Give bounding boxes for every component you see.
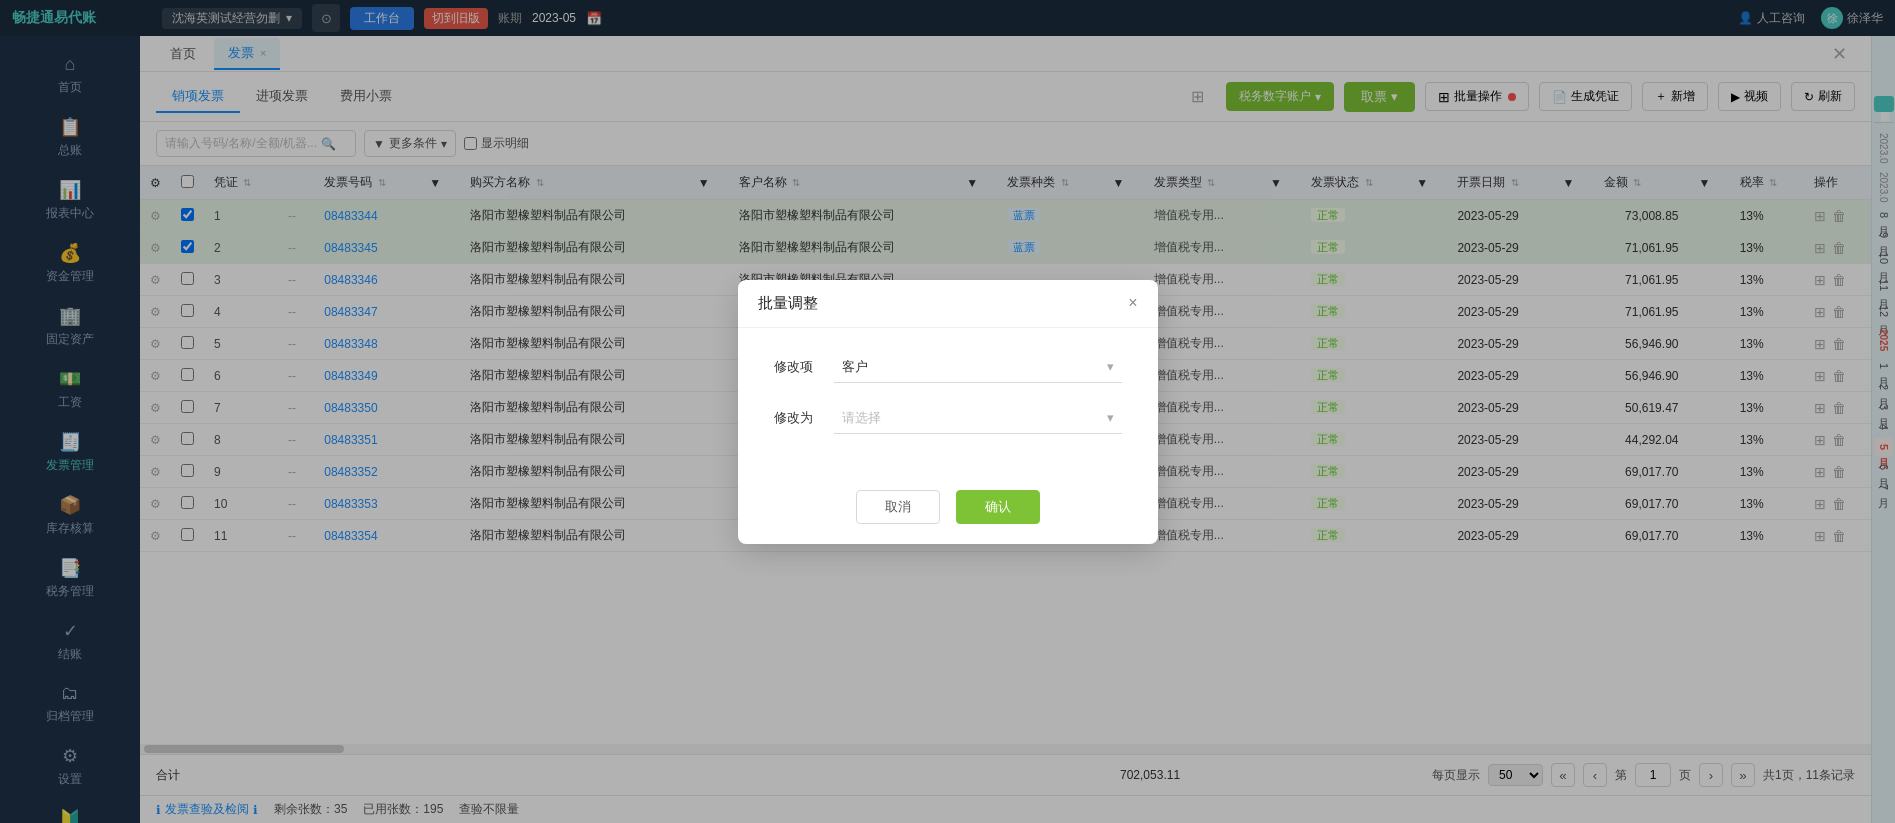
modify-to-select[interactable]: 请选择 ▾	[834, 403, 1122, 434]
dialog-body: 修改项 客户 ▾ 修改为 请选择 ▾	[738, 328, 1158, 478]
modify-to-label: 修改为	[774, 409, 822, 427]
dialog-confirm-btn[interactable]: 确认	[956, 490, 1040, 524]
dialog-title: 批量调整	[758, 294, 818, 313]
dialog-overlay: 批量调整 × 修改项 客户 ▾ 修改为 请选择 ▾ 取消 确认	[0, 0, 1895, 823]
select-arrow-icon2: ▾	[1107, 410, 1114, 425]
modify-field-row: 修改项 客户 ▾	[774, 352, 1122, 383]
dialog-cancel-btn[interactable]: 取消	[856, 490, 940, 524]
modify-field-label: 修改项	[774, 358, 822, 376]
batch-adjust-dialog: 批量调整 × 修改项 客户 ▾ 修改为 请选择 ▾ 取消 确认	[738, 280, 1158, 544]
modify-to-placeholder: 请选择	[842, 409, 881, 427]
modify-to-row: 修改为 请选择 ▾	[774, 403, 1122, 434]
modify-field-select[interactable]: 客户 ▾	[834, 352, 1122, 383]
dialog-footer: 取消 确认	[738, 478, 1158, 544]
dialog-header: 批量调整 ×	[738, 280, 1158, 328]
select-arrow-icon: ▾	[1107, 359, 1114, 374]
modify-field-value: 客户	[842, 358, 868, 376]
dialog-close-btn[interactable]: ×	[1128, 294, 1137, 312]
